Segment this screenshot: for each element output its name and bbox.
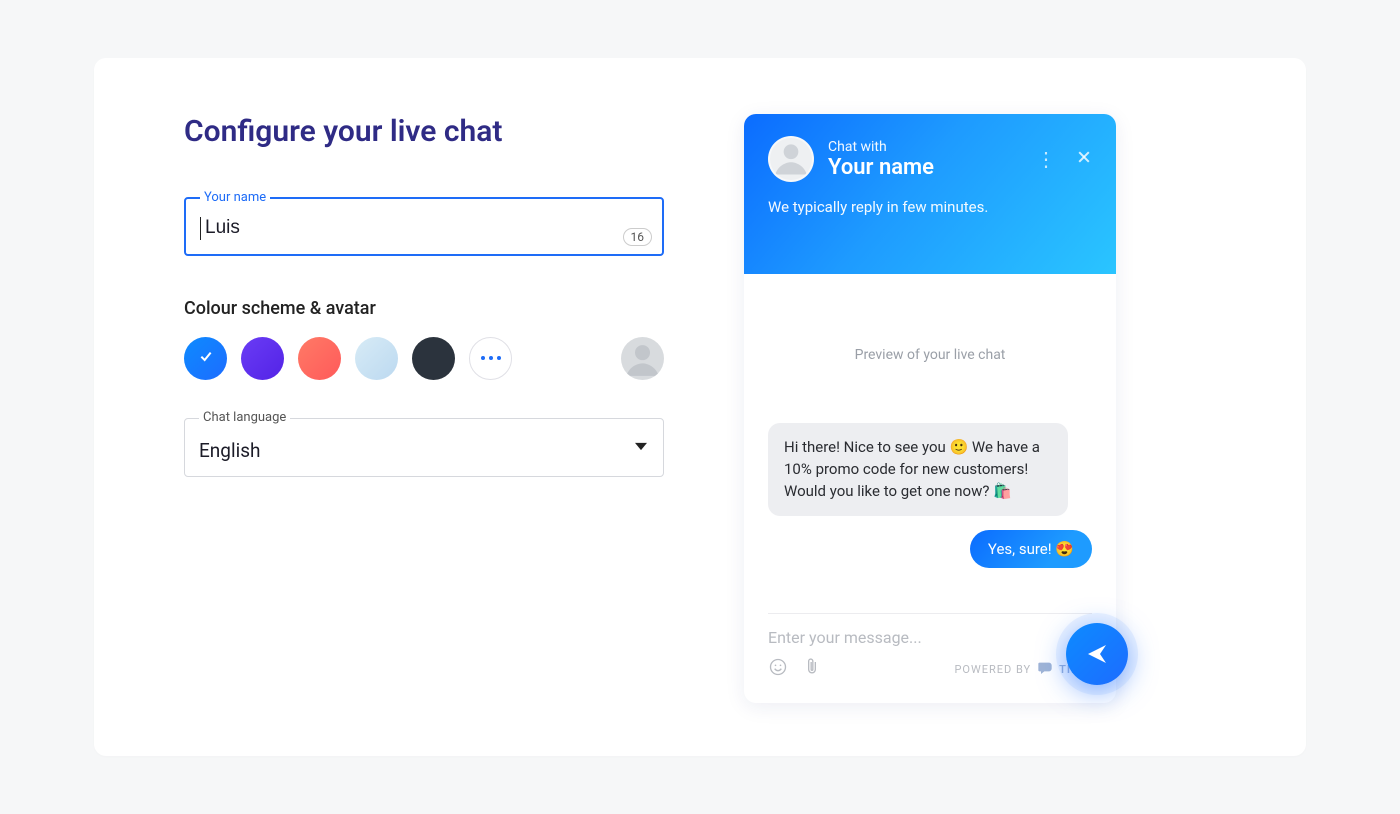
colour-swatch-blue[interactable] — [184, 337, 227, 380]
chat-avatar — [768, 136, 814, 182]
colour-swatch-more[interactable] — [469, 337, 512, 380]
chevron-down-icon — [635, 438, 647, 457]
more-vertical-icon[interactable]: ⋮ — [1036, 149, 1056, 169]
colour-swatch-purple[interactable] — [241, 337, 284, 380]
avatar-placeholder-icon — [770, 136, 812, 180]
avatar-placeholder-icon — [621, 337, 664, 380]
page-title: Configure your live chat — [184, 114, 664, 149]
outgoing-message-bubble: Yes, sure! 😍 — [970, 530, 1092, 568]
send-icon — [1085, 642, 1109, 666]
config-form: Configure your live chat Your name 16 Co… — [184, 114, 664, 716]
char-count-badge: 16 — [623, 228, 653, 246]
header-wave-shape — [744, 273, 1116, 307]
colour-scheme-label: Colour scheme & avatar — [184, 298, 664, 319]
colour-swatch-dark[interactable] — [412, 337, 455, 380]
attachment-icon[interactable] — [802, 657, 822, 681]
chat-display-name: Your name — [828, 155, 934, 180]
incoming-message-bubble: Hi there! Nice to see you 🙂 We have a 10… — [768, 423, 1068, 516]
avatar-picker[interactable] — [621, 337, 664, 380]
swatch-row — [184, 337, 664, 380]
chat-widget-preview: Chat with Your name ⋮ We typically reply… — [744, 114, 1116, 703]
colour-swatch-pale[interactable] — [355, 337, 398, 380]
name-field[interactable]: Your name 16 — [184, 197, 664, 256]
language-select-label: Chat language — [199, 410, 290, 425]
send-button[interactable] — [1066, 623, 1128, 685]
language-select[interactable]: Chat language English — [184, 418, 664, 477]
chat-with-label: Chat with — [828, 139, 934, 155]
language-select-value: English — [199, 439, 649, 462]
colour-swatch-coral[interactable] — [298, 337, 341, 380]
check-icon — [198, 348, 214, 368]
composer-input[interactable]: Enter your message... — [768, 628, 1092, 647]
preview-pane: Chat with Your name ⋮ We typically reply… — [744, 114, 1116, 716]
name-input[interactable] — [200, 217, 648, 240]
chat-header: Chat with Your name ⋮ We typically reply… — [744, 114, 1116, 274]
name-field-label: Your name — [200, 190, 270, 205]
divider — [768, 613, 1092, 614]
emoji-icon[interactable] — [768, 657, 788, 681]
close-icon[interactable] — [1076, 149, 1092, 169]
chat-body: Preview of your live chat Hi there! Nice… — [744, 307, 1116, 607]
tidio-logo-icon — [1037, 660, 1053, 679]
more-dots-icon — [481, 356, 501, 360]
powered-by-text: POWERED BY — [954, 663, 1031, 676]
composer: Enter your message... POWERED BY TIDIO — [744, 628, 1116, 703]
preview-caption: Preview of your live chat — [768, 347, 1092, 363]
reply-note: We typically reply in few minutes. — [768, 198, 1092, 216]
config-card: Configure your live chat Your name 16 Co… — [94, 58, 1306, 756]
